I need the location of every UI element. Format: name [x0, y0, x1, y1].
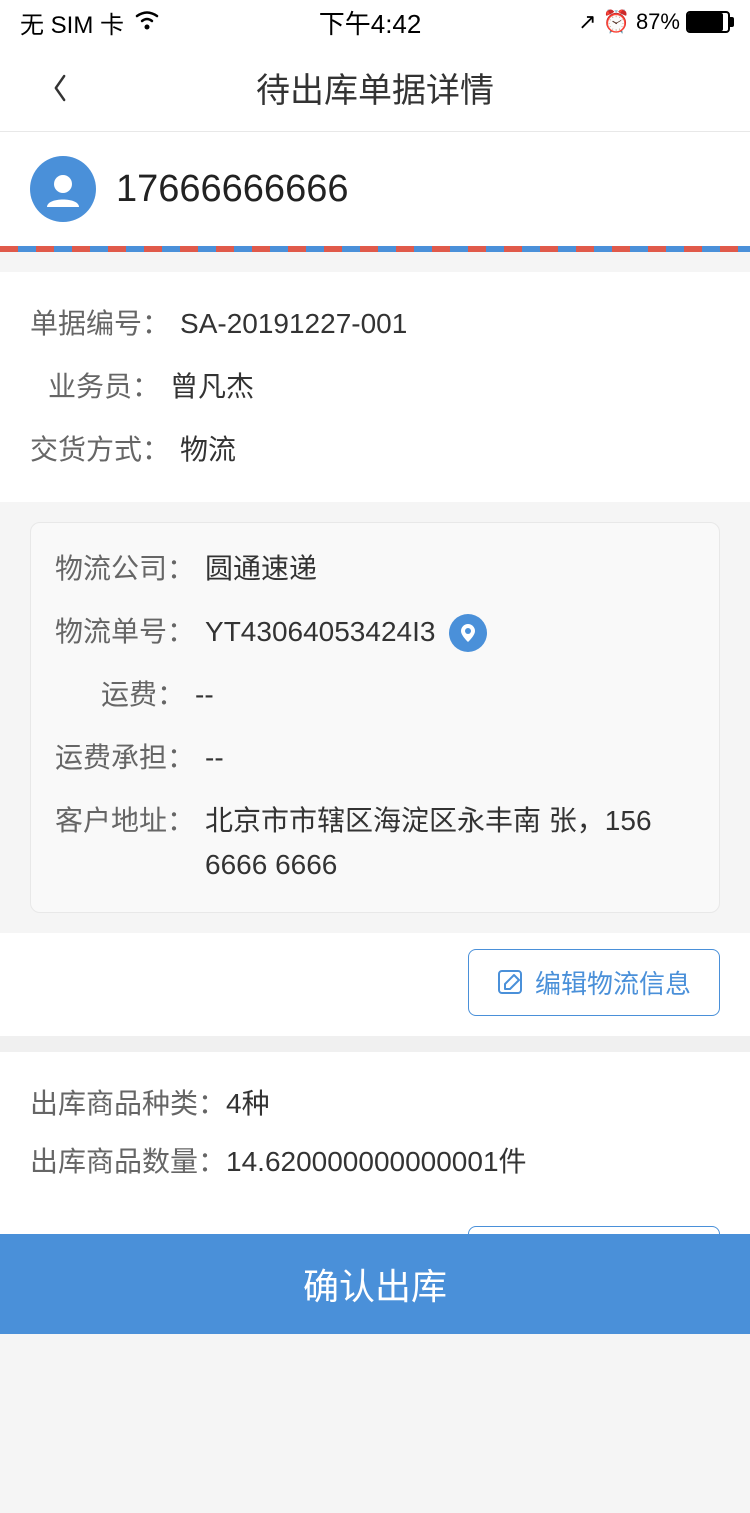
doc-number-value: SA-20191227-001: [180, 302, 720, 347]
customer-phone: 17666666666: [116, 168, 348, 211]
edit-logistics-area: 编辑物流信息: [0, 933, 750, 1036]
salesman-value: 曾凡杰: [170, 365, 720, 410]
confirm-button-label: 确认出库: [303, 1258, 447, 1310]
battery-icon: [686, 11, 730, 33]
logistics-company-label: 物流公司：: [55, 547, 195, 592]
doc-number-label: 单据编号：: [30, 302, 170, 347]
product-types-row: 出库商品种类： 4种: [30, 1082, 720, 1122]
address-value: 北京市市辖区海淀区永丰南 张，156 6666 6666: [205, 799, 695, 889]
customer-header: 17666666666: [0, 132, 750, 246]
freight-bear-row: 运费承担： --: [55, 736, 695, 781]
back-button[interactable]: [30, 58, 90, 118]
freight-label: 运费：: [55, 673, 185, 718]
delivery-row: 交货方式： 物流: [30, 428, 720, 473]
salesman-row: 业务员： 曾凡杰: [30, 365, 720, 410]
tracking-number-text: YT43064053424I3: [205, 610, 435, 655]
product-quantity-label: 出库商品数量：: [30, 1140, 226, 1180]
section-divider: [0, 1036, 750, 1052]
nav-bar: 待出库单据详情: [0, 44, 750, 132]
carrier-label: 无 SIM 卡: [20, 5, 124, 40]
status-right: ↗ ⏰ 87%: [578, 9, 730, 35]
address-label: 客户地址：: [55, 799, 195, 844]
logistics-card: 物流公司： 圆通速递 物流单号： YT43064053424I3 运费： -- …: [30, 522, 720, 913]
edit-logistics-label: 编辑物流信息: [535, 964, 691, 1001]
doc-info-section: 单据编号： SA-20191227-001 业务员： 曾凡杰 交货方式： 物流: [0, 272, 750, 502]
freight-bear-label: 运费承担：: [55, 736, 195, 781]
logistics-tracking-row: 物流单号： YT43064053424I3: [55, 610, 695, 655]
product-quantity-value: 14.620000000000001件: [226, 1140, 527, 1180]
logistics-tracking-label: 物流单号：: [55, 610, 195, 655]
edit-logistics-button[interactable]: 编辑物流信息: [468, 949, 720, 1016]
freight-value: --: [195, 673, 695, 718]
confirm-button-area[interactable]: 确认出库: [0, 1234, 750, 1334]
battery-percent: 87%: [636, 9, 680, 35]
bottom-spacer: [0, 1313, 750, 1513]
delivery-value: 物流: [180, 428, 720, 473]
page-title: 待出库单据详情: [256, 63, 494, 112]
logistics-company-value: 圆通速递: [205, 547, 695, 592]
product-quantity-row: 出库商品数量： 14.620000000000001件: [30, 1140, 720, 1180]
product-types-value: 4种: [226, 1082, 270, 1122]
location-status-icon: ↗: [578, 9, 596, 35]
product-types-label: 出库商品种类：: [30, 1082, 226, 1122]
delivery-label: 交货方式：: [30, 428, 170, 473]
dashed-divider: [0, 246, 750, 252]
doc-number-row: 单据编号： SA-20191227-001: [30, 302, 720, 347]
address-row: 客户地址： 北京市市辖区海淀区永丰南 张，156 6666 6666: [55, 799, 695, 889]
alarm-icon: ⏰: [603, 9, 630, 35]
status-time: 下午4:42: [319, 4, 422, 41]
wifi-icon: [132, 8, 162, 37]
status-left: 无 SIM 卡: [20, 5, 162, 40]
logistics-tracking-value: YT43064053424I3: [205, 610, 695, 655]
logistics-company-row: 物流公司： 圆通速递: [55, 547, 695, 592]
status-bar: 无 SIM 卡 下午4:42 ↗ ⏰ 87%: [0, 0, 750, 44]
freight-bear-value: --: [205, 736, 695, 781]
salesman-label: 业务员：: [30, 365, 160, 410]
product-summary-section: 出库商品种类： 4种 出库商品数量： 14.620000000000001件: [0, 1052, 750, 1210]
tracking-location-icon[interactable]: [449, 614, 487, 652]
avatar: [30, 156, 96, 222]
freight-row: 运费： --: [55, 673, 695, 718]
